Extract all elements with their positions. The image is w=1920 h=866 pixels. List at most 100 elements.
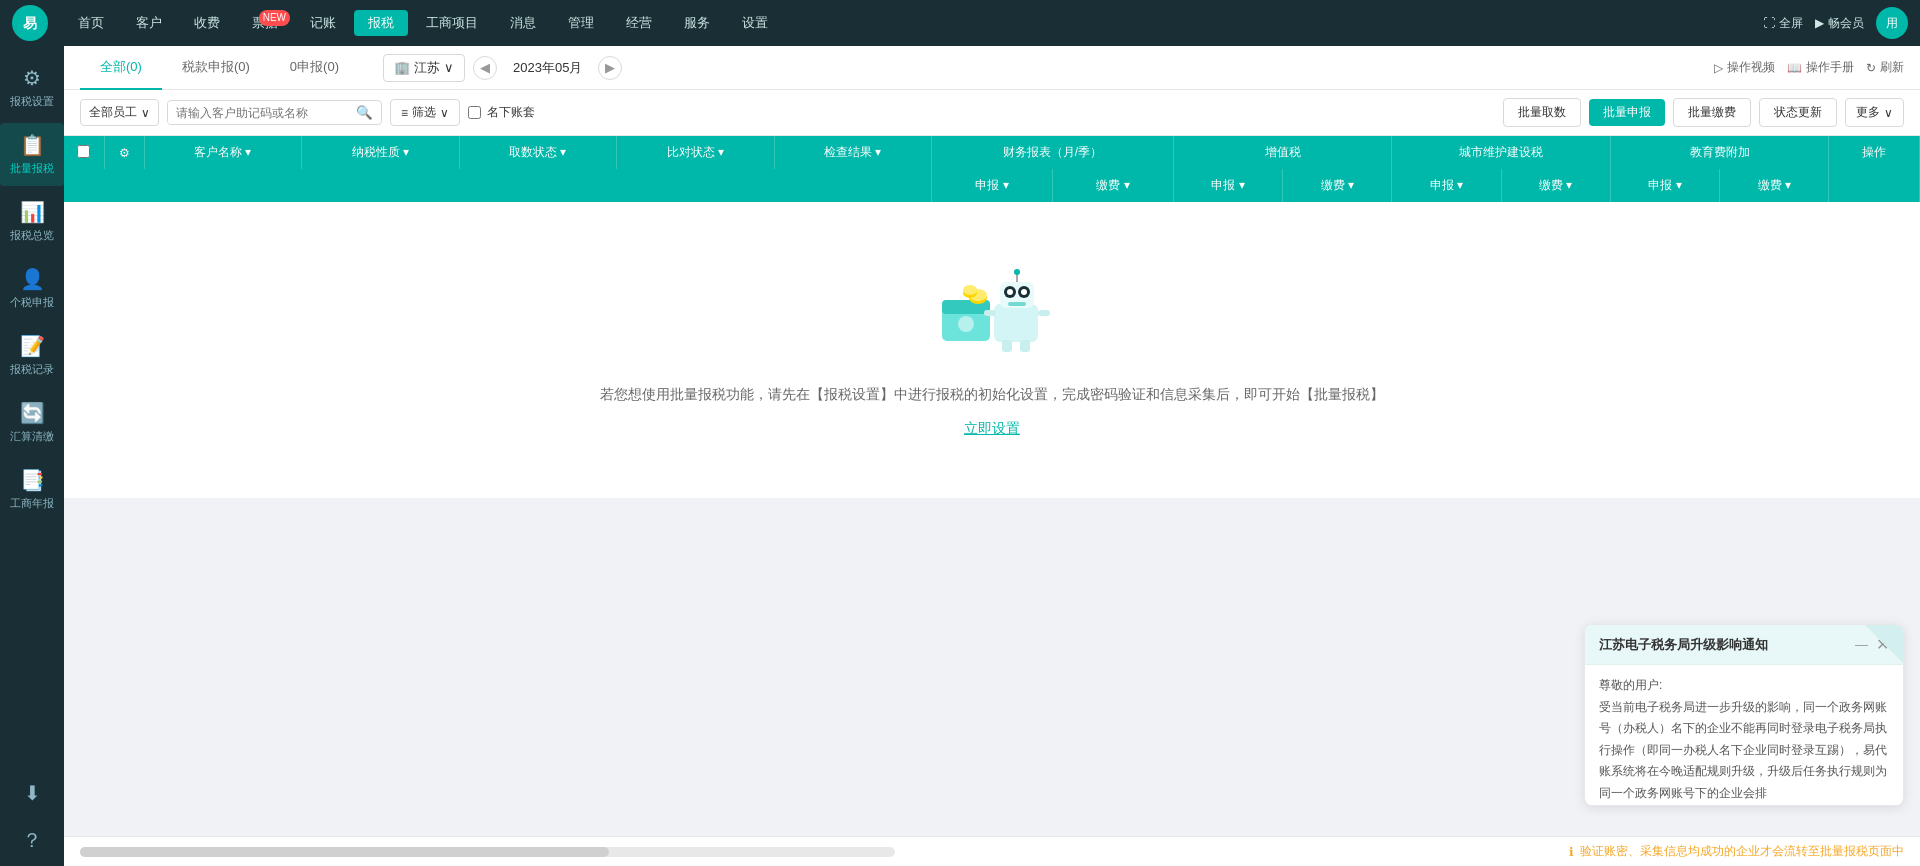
nav-item-bookkeeping[interactable]: 记账 bbox=[296, 10, 350, 36]
nav-item-service[interactable]: 服务 bbox=[670, 10, 724, 36]
nav-item-tax[interactable]: 报税 bbox=[354, 10, 408, 36]
sidebar: ⚙ 报税设置 📋 批量报税 📊 报税总览 👤 个税申报 📝 报税记录 🔄 汇算清… bbox=[0, 46, 64, 866]
settlement-icon: 🔄 bbox=[20, 401, 45, 425]
col-sub-vat-declare: 申报 ▾ bbox=[1173, 169, 1282, 202]
sidebar-item-batch-tax[interactable]: 📋 批量报税 bbox=[0, 123, 64, 186]
sidebar-item-help[interactable]: ？ bbox=[18, 817, 46, 864]
sidebar-item-individual-tax[interactable]: 👤 个税申报 bbox=[0, 257, 64, 320]
filter-label: 筛选 bbox=[412, 104, 436, 121]
operation-video-button[interactable]: ▷ 操作视频 bbox=[1714, 59, 1775, 76]
sidebar-item-settlement[interactable]: 🔄 汇算清缴 bbox=[0, 391, 64, 454]
col-header-vat-group: 增值税 bbox=[1173, 136, 1392, 169]
sort-icon: ▾ bbox=[1676, 178, 1682, 192]
sub-account-label: 名下账套 bbox=[487, 104, 535, 121]
more-button[interactable]: 更多 ∨ bbox=[1845, 98, 1904, 127]
sidebar-item-download[interactable]: ⬇ bbox=[18, 771, 46, 815]
svg-rect-21 bbox=[1020, 340, 1030, 352]
sort-icon-fetch: ▾ bbox=[560, 145, 566, 159]
refresh-label: 刷新 bbox=[1880, 59, 1904, 76]
notification-panel: 江苏电子税务局升级影响通知 — ✕ 尊敬的用户:受当前电子税务局进一步升级的影响… bbox=[1584, 624, 1904, 806]
svg-text:易: 易 bbox=[23, 15, 37, 31]
province-button[interactable]: 🏢 江苏 ∨ bbox=[383, 54, 465, 82]
tax-records-icon: 📝 bbox=[20, 334, 45, 358]
member-icon: ▶ bbox=[1815, 16, 1824, 30]
col-sub-financial-pay: 缴费 ▾ bbox=[1052, 169, 1173, 202]
top-navigation: 易 首页 客户 收费 票据 NEW 记账 报税 工商项目 消息 管理 经营 服务… bbox=[0, 0, 1920, 46]
svg-point-14 bbox=[1021, 289, 1027, 295]
select-all-checkbox[interactable] bbox=[77, 145, 90, 158]
filter-button[interactable]: ≡ 筛选 ∨ bbox=[390, 99, 460, 126]
col-header-name: 客户名称 ▾ bbox=[144, 136, 302, 169]
individual-tax-icon: 👤 bbox=[20, 267, 45, 291]
col-sub-financial-declare: 申报 ▾ bbox=[932, 169, 1053, 202]
sidebar-item-biz-report-label: 工商年报 bbox=[10, 496, 54, 511]
col-header-setting: ⚙ bbox=[104, 136, 144, 169]
col-header-action: 操作 bbox=[1829, 136, 1920, 169]
nav-item-bizproject[interactable]: 工商项目 bbox=[412, 10, 492, 36]
nav-item-settings[interactable]: 设置 bbox=[728, 10, 782, 36]
data-table-container: ⚙ 客户名称 ▾ 纳税性质 ▾ 取数状态 ▾ 比对状态 bbox=[64, 136, 1920, 498]
nav-item-invoice[interactable]: 票据 NEW bbox=[238, 10, 292, 36]
setup-link[interactable]: 立即设置 bbox=[964, 420, 1020, 438]
nav-item-customer[interactable]: 客户 bbox=[122, 10, 176, 36]
toolbar: 全部员工 ∨ 🔍 ≡ 筛选 ∨ 名下账套 批量取数 批量申报 批量缴费 状态更新… bbox=[64, 90, 1920, 136]
member-label: 畅会员 bbox=[1828, 15, 1864, 32]
avatar[interactable]: 用 bbox=[1876, 7, 1908, 39]
app-logo[interactable]: 易 bbox=[12, 5, 48, 41]
nav-item-message[interactable]: 消息 bbox=[496, 10, 550, 36]
tab-zero-return[interactable]: 0申报(0) bbox=[270, 46, 359, 90]
sidebar-bottom: ⬇ ？ bbox=[18, 769, 46, 866]
tab-all[interactable]: 全部(0) bbox=[80, 46, 162, 90]
next-month-button[interactable]: ▶ bbox=[598, 56, 622, 80]
fullscreen-button[interactable]: ⛶ 全屏 bbox=[1763, 15, 1803, 32]
svg-rect-20 bbox=[1002, 340, 1012, 352]
svg-rect-17 bbox=[1008, 302, 1026, 306]
prev-month-button[interactable]: ◀ bbox=[473, 56, 497, 80]
tab-zero-return-label: 0申报 bbox=[290, 58, 323, 76]
employee-select-chevron: ∨ bbox=[141, 106, 150, 120]
operation-video-label: 操作视频 bbox=[1727, 59, 1775, 76]
operation-manual-label: 操作手册 bbox=[1806, 59, 1854, 76]
sidebar-item-tax-settings[interactable]: ⚙ 报税设置 bbox=[0, 56, 64, 119]
sidebar-item-tax-records[interactable]: 📝 报税记录 bbox=[0, 324, 64, 387]
sub-account-checkbox[interactable] bbox=[468, 106, 481, 119]
operation-manual-button[interactable]: 📖 操作手册 bbox=[1787, 59, 1854, 76]
nav-item-home[interactable]: 首页 bbox=[64, 10, 118, 36]
biz-report-icon: 📑 bbox=[20, 468, 45, 492]
bottom-bar: ℹ 验证账密、采集信息均成功的企业才会流转至批量报税页面中 bbox=[64, 836, 1920, 866]
filter-chevron-icon: ∨ bbox=[440, 106, 449, 120]
status-update-button[interactable]: 状态更新 bbox=[1759, 98, 1837, 127]
batch-fetch-button[interactable]: 批量取数 bbox=[1503, 98, 1581, 127]
nav-item-billing[interactable]: 收费 bbox=[180, 10, 234, 36]
tab-tax-return[interactable]: 税款申报(0) bbox=[162, 46, 270, 90]
svg-point-16 bbox=[1014, 269, 1020, 275]
refresh-button[interactable]: ↻ 刷新 bbox=[1866, 59, 1904, 76]
search-button[interactable]: 🔍 bbox=[348, 101, 381, 124]
tab-zero-return-count: 0 bbox=[327, 59, 334, 74]
sidebar-item-biz-report[interactable]: 📑 工商年报 bbox=[0, 458, 64, 521]
col-header-taxpayer-type: 纳税性质 ▾ bbox=[302, 136, 460, 169]
sub-account-checkbox-label[interactable]: 名下账套 bbox=[468, 104, 535, 121]
batch-declare-button[interactable]: 批量申报 bbox=[1589, 99, 1665, 126]
batch-pay-button[interactable]: 批量缴费 bbox=[1673, 98, 1751, 127]
svg-point-13 bbox=[1007, 289, 1013, 295]
download-icon: ⬇ bbox=[24, 781, 41, 805]
sidebar-item-tax-summary[interactable]: 📊 报税总览 bbox=[0, 190, 64, 253]
sort-icon-taxpayer: ▾ bbox=[403, 145, 409, 159]
member-button[interactable]: ▶ 畅会员 bbox=[1815, 15, 1864, 32]
col-header-fetch-status: 取数状态 ▾ bbox=[459, 136, 617, 169]
empty-state: 若您想使用批量报税功能，请先在【报税设置】中进行报税的初始化设置，完成密码验证和… bbox=[64, 202, 1920, 498]
search-icon: 🔍 bbox=[356, 105, 373, 120]
sort-icon: ▾ bbox=[1566, 178, 1572, 192]
search-input-wrap: 🔍 bbox=[167, 100, 382, 125]
help-icon: ？ bbox=[22, 827, 42, 854]
search-input[interactable] bbox=[168, 102, 348, 124]
sidebar-item-settlement-label: 汇算清缴 bbox=[10, 429, 54, 444]
svg-rect-9 bbox=[994, 304, 1038, 342]
column-setting-icon[interactable]: ⚙ bbox=[119, 146, 130, 160]
svg-point-8 bbox=[963, 285, 977, 295]
notification-title: 江苏电子税务局升级影响通知 bbox=[1599, 636, 1768, 654]
nav-item-manage[interactable]: 管理 bbox=[554, 10, 608, 36]
employee-select[interactable]: 全部员工 ∨ bbox=[80, 99, 159, 126]
nav-item-operation[interactable]: 经营 bbox=[612, 10, 666, 36]
